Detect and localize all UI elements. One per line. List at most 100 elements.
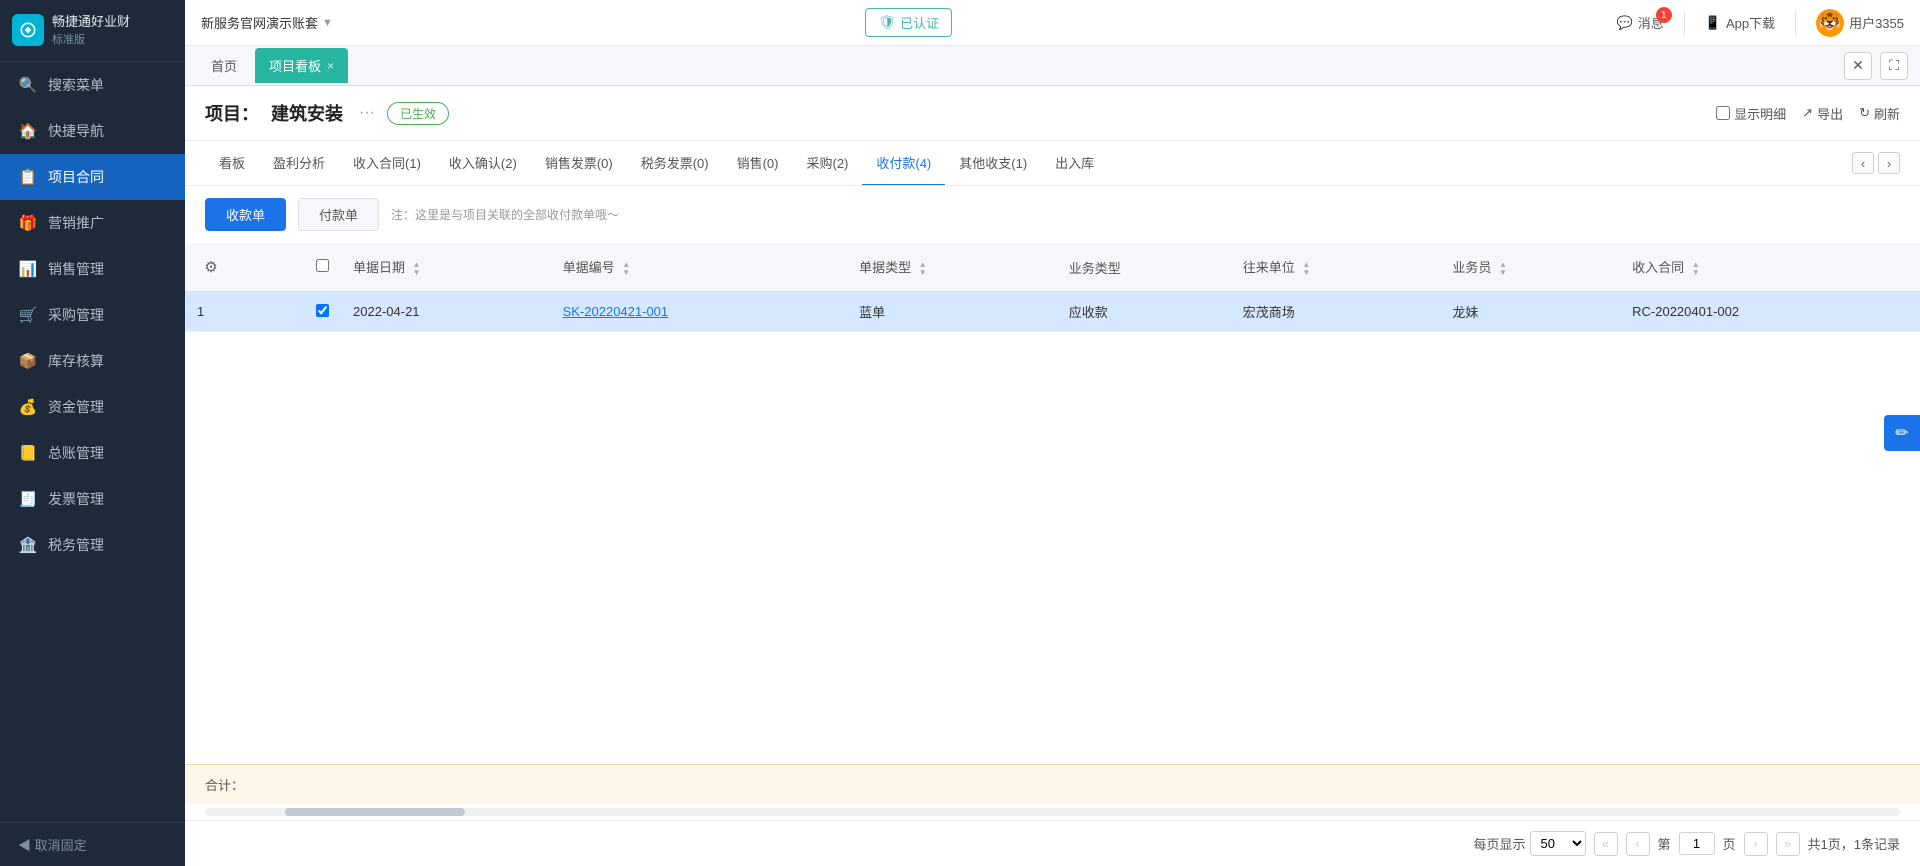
close-window-button[interactable]: ✕ [1844, 52, 1872, 80]
row-checkbox[interactable] [316, 304, 329, 317]
certified-label: 已认证 [900, 13, 939, 32]
app-download-button[interactable]: 📱 App下载 [1705, 13, 1775, 32]
app-logo [12, 14, 44, 46]
mobile-icon: 📱 [1705, 15, 1721, 31]
show-detail-checkbox[interactable]: 显示明细 [1716, 104, 1786, 123]
row-number-link[interactable]: SK-20220421-001 [563, 304, 669, 319]
user-label: 用户3355 [1849, 13, 1904, 32]
sidebar-item-marketing[interactable]: 🎁 营销推广 [0, 200, 185, 246]
sidebar-header: 畅捷通好业财 标准版 [0, 0, 185, 62]
sub-tab-profit[interactable]: 盈利分析 [259, 141, 339, 186]
topbar-actions: 💬 消息 1 📱 App下载 🐯 用户3355 [1617, 9, 1904, 37]
inner-tab-note: 注：这里是与项目关联的全部收付款单哦～ [391, 206, 619, 223]
sidebar-item-finance[interactable]: 💰 资金管理 [0, 384, 185, 430]
row-checkbox-cell[interactable] [304, 292, 341, 332]
project-dropdown-arrow[interactable]: ▼ [322, 17, 333, 29]
inner-tab-payment[interactable]: 付款单 [298, 198, 379, 231]
page-size-select: 每页显示 50 10 20 100 [1473, 831, 1585, 856]
show-detail-input[interactable] [1716, 106, 1730, 120]
tabbar: 首页 项目看板 × ✕ ⛶ [185, 46, 1920, 86]
float-edit-button[interactable]: ✏ [1884, 415, 1920, 451]
sub-tab-next-button[interactable]: › [1878, 152, 1900, 174]
topbar-divider-2 [1795, 11, 1796, 35]
sidebar-item-quick-nav[interactable]: 🏠 快捷导航 [0, 108, 185, 154]
sidebar-item-invoice[interactable]: 🧾 发票管理 [0, 476, 185, 522]
table-row[interactable]: 1 2022-04-21 SK-20220421-001 蓝单 应收款 宏茂商场… [185, 292, 1920, 332]
page-input[interactable] [1679, 832, 1715, 855]
type-sort-icon: ▲▼ [919, 261, 927, 277]
col-number-header[interactable]: 单据编号 ▲▼ [551, 243, 848, 292]
sub-tab-tax-invoice[interactable]: 税务发票(0) [627, 141, 723, 186]
scroll-track[interactable] [205, 808, 1900, 816]
scroll-thumb[interactable] [285, 808, 465, 816]
pagination-summary: 共1页，1条记录 [1808, 834, 1900, 853]
row-index: 1 [185, 292, 304, 332]
tab-home[interactable]: 首页 [197, 48, 251, 83]
app-name: 畅捷通好业财 [52, 14, 130, 31]
col-settings-header[interactable]: ⚙ [185, 243, 304, 292]
quick-nav-label: 快捷导航 [48, 121, 104, 141]
sub-tab-receipt[interactable]: 收付款(4) [862, 141, 945, 186]
sub-tab-income-confirm[interactable]: 收入确认(2) [435, 141, 531, 186]
col-income-contract-header[interactable]: 收入合同 ▲▼ [1620, 243, 1920, 292]
sub-tab-sales[interactable]: 销售(0) [723, 141, 793, 186]
col-date-header[interactable]: 单据日期 ▲▼ [341, 243, 551, 292]
sub-tab-inout[interactable]: 出入库 [1041, 141, 1108, 186]
prev-page-button[interactable]: ‹ [1626, 832, 1650, 856]
sub-tab-sales-invoice[interactable]: 销售发票(0) [531, 141, 627, 186]
tax-label: 税务管理 [48, 535, 104, 555]
next-page-button[interactable]: › [1744, 832, 1768, 856]
tab-home-label: 首页 [211, 59, 237, 74]
shield-icon: 🛡 [878, 14, 896, 31]
sidebar-item-tax[interactable]: 🏦 税务管理 [0, 522, 185, 568]
sub-tab-other-income[interactable]: 其他收支(1) [945, 141, 1041, 186]
col-partner-header[interactable]: 往来单位 ▲▼ [1231, 243, 1441, 292]
topbar: 新服务官网演示账套 ▼ 🛡 已认证 💬 消息 1 📱 App下载 🐯 用户335… [185, 0, 1920, 46]
search-icon: 🔍 [18, 75, 38, 95]
fullscreen-button[interactable]: ⛶ [1880, 52, 1908, 80]
col-salesman-header[interactable]: 业务员 ▲▼ [1440, 243, 1620, 292]
select-all-checkbox[interactable] [316, 259, 329, 272]
sub-tab-prev-button[interactable]: ‹ [1852, 152, 1874, 174]
sidebar-item-project-contract[interactable]: 📋 项目合同 [0, 154, 185, 200]
first-page-button[interactable]: « [1594, 832, 1618, 856]
sidebar-item-inventory[interactable]: 📦 库存核算 [0, 338, 185, 384]
sub-tab-purchase[interactable]: 采购(2) [792, 141, 862, 186]
main-area: 新服务官网演示账套 ▼ 🛡 已认证 💬 消息 1 📱 App下载 🐯 用户335… [185, 0, 1920, 866]
sub-tab-board[interactable]: 看板 [205, 141, 259, 186]
export-button[interactable]: ↗ 导出 [1802, 104, 1843, 123]
refresh-label: 刷新 [1874, 104, 1900, 123]
row-number[interactable]: SK-20220421-001 [551, 292, 848, 332]
per-page-dropdown[interactable]: 50 10 20 100 [1530, 831, 1586, 856]
user-menu[interactable]: 🐯 用户3355 [1816, 9, 1904, 37]
sidebar-unpin[interactable]: ◀ 取消固定 [0, 822, 185, 866]
row-type: 蓝单 [847, 292, 1057, 332]
inner-tab-receipt[interactable]: 收款单 [205, 198, 286, 231]
settings-icon[interactable]: ⚙ [197, 253, 225, 281]
message-button[interactable]: 💬 消息 1 [1617, 13, 1664, 32]
sidebar-item-purchase-mgmt[interactable]: 🛒 采购管理 [0, 292, 185, 338]
sidebar-item-search[interactable]: 🔍 搜索菜单 [0, 62, 185, 108]
marketing-label: 营销推广 [48, 213, 104, 233]
sub-tab-income-contract[interactable]: 收入合同(1) [339, 141, 435, 186]
ledger-label: 总账管理 [48, 443, 104, 463]
finance-label: 资金管理 [48, 397, 104, 417]
sidebar-item-ledger[interactable]: 📒 总账管理 [0, 430, 185, 476]
row-income-contract: RC-20220401-002 [1620, 292, 1920, 332]
refresh-button[interactable]: ↻ 刷新 [1859, 104, 1900, 123]
tab-project-board[interactable]: 项目看板 × [255, 48, 348, 83]
last-page-button[interactable]: » [1776, 832, 1800, 856]
app-edition: 标准版 [52, 31, 130, 47]
project-more-button[interactable]: ··· [359, 104, 375, 122]
project-contract-icon: 📋 [18, 167, 38, 187]
tab-project-board-label: 项目看板 [269, 56, 321, 75]
col-type-header[interactable]: 单据类型 ▲▼ [847, 243, 1057, 292]
date-sort-icon: ▲▼ [413, 261, 421, 277]
col-checkbox-header[interactable] [304, 243, 341, 292]
total-row: 合计： [185, 764, 1920, 804]
per-page-label: 每页显示 [1473, 834, 1525, 853]
sidebar-item-sales-mgmt[interactable]: 📊 销售管理 [0, 246, 185, 292]
tab-close-icon[interactable]: × [327, 60, 334, 72]
app-download-label: App下载 [1726, 13, 1775, 32]
topbar-project: 新服务官网演示账套 ▼ [201, 13, 865, 32]
